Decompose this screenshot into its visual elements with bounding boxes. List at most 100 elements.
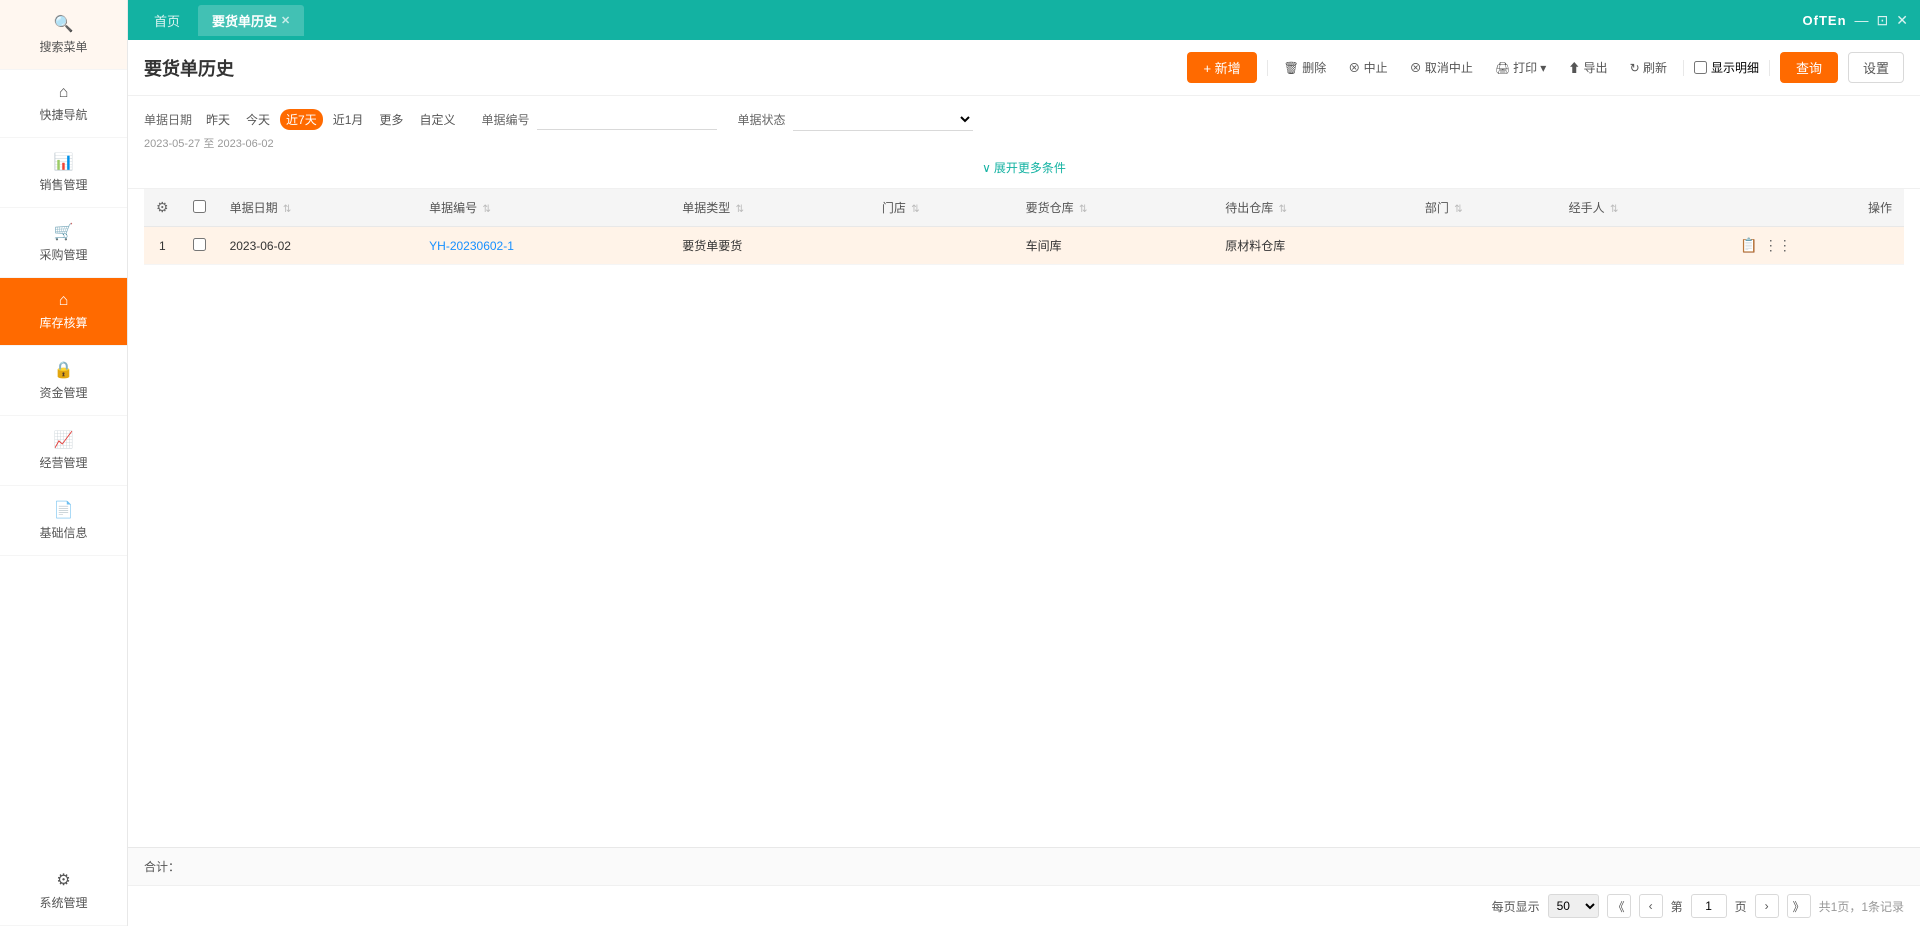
- sort-number-icon[interactable]: ⇅: [483, 204, 491, 215]
- row-req-warehouse: 车间库: [1014, 227, 1214, 265]
- print-button[interactable]: 🖨 打印 ▾: [1489, 55, 1552, 80]
- doc-status-select[interactable]: [793, 108, 973, 131]
- show-detail-checkbox[interactable]: [1694, 61, 1707, 74]
- maximize-icon[interactable]: ⊡: [1877, 12, 1889, 29]
- select-all-checkbox[interactable]: [193, 200, 206, 213]
- summary-row: 合计：: [128, 847, 1920, 885]
- date-btn-more[interactable]: 更多: [373, 109, 409, 130]
- close-window-icon[interactable]: ✕: [1896, 12, 1908, 29]
- current-page-input[interactable]: [1691, 894, 1727, 918]
- sort-type-icon[interactable]: ⇅: [736, 204, 744, 215]
- prev-page-button[interactable]: ‹: [1639, 894, 1663, 918]
- col-action-header: 操作: [1728, 189, 1904, 227]
- sort-department-icon[interactable]: ⇅: [1454, 204, 1462, 215]
- row-number: YH-20230602-1: [417, 227, 670, 265]
- sidebar-item-finance[interactable]: 🔒 资金管理: [0, 346, 127, 416]
- col-settings-header: ⚙: [144, 189, 181, 227]
- col-number-label: 单据编号: [429, 201, 477, 215]
- row-checkbox[interactable]: [193, 238, 206, 251]
- tab-home[interactable]: 首页: [140, 5, 194, 36]
- sidebar-item-operations[interactable]: 📈 经营管理: [0, 416, 127, 486]
- page-size-select[interactable]: 50 10 20 100: [1548, 894, 1599, 918]
- expand-more-btn[interactable]: ∨ 展开更多条件: [144, 159, 1904, 176]
- sort-req-warehouse-icon[interactable]: ⇅: [1079, 204, 1087, 215]
- row-number-link[interactable]: YH-20230602-1: [429, 239, 514, 253]
- toolbar: + 新增 🗑 删除 ⊗ 中止 ⊗ 取消中止 🖨 打印 ▾ ⬆ 导出 ↻ 刷新: [1187, 52, 1904, 83]
- first-page-button[interactable]: 《: [1607, 894, 1631, 918]
- sort-date-icon[interactable]: ⇅: [283, 204, 291, 215]
- total-info: 共1页，1条记录: [1819, 898, 1904, 915]
- export-button[interactable]: ⬆ 导出: [1562, 55, 1613, 80]
- date-btn-yesterday[interactable]: 昨天: [200, 109, 236, 130]
- last-page-button[interactable]: 》: [1787, 894, 1811, 918]
- row-action-more-icon[interactable]: ⋮⋮: [1764, 237, 1792, 254]
- first-page-icon: 《: [1613, 898, 1625, 915]
- col-store-header: 门店 ⇅: [870, 189, 1014, 227]
- cancel-stop-button[interactable]: ⊗ 取消中止: [1404, 55, 1479, 80]
- summary-label: 合计：: [144, 860, 180, 874]
- divider-3: [1769, 60, 1770, 76]
- sidebar-item-search[interactable]: 🔍 搜索菜单: [0, 0, 127, 70]
- date-btn-today[interactable]: 今天: [240, 109, 276, 130]
- row-num: 1: [144, 227, 181, 265]
- col-department-header: 部门 ⇅: [1413, 189, 1557, 227]
- show-detail-toggle[interactable]: 显示明细: [1694, 59, 1759, 76]
- page-header: 要货单历史 + 新增 🗑 删除 ⊗ 中止 ⊗ 取消中止 🖨 打印 ▾ ⬆ 导出 …: [128, 40, 1920, 96]
- doc-number-input[interactable]: [537, 109, 717, 130]
- sidebar-item-label: 搜索菜单: [39, 38, 87, 55]
- page-title: 要货单历史: [144, 55, 1187, 81]
- date-buttons: 昨天 今天 近7天 近1月 更多 自定义: [200, 109, 461, 130]
- col-date-label: 单据日期: [230, 201, 278, 215]
- divider-1: [1267, 60, 1268, 76]
- query-button[interactable]: 查询: [1780, 52, 1838, 83]
- inventory-icon: ⌂: [59, 292, 69, 310]
- row-date: 2023-06-02: [218, 227, 418, 265]
- sidebar-item-purchase[interactable]: 🛒 采购管理: [0, 208, 127, 278]
- next-page-button[interactable]: ›: [1755, 894, 1779, 918]
- page-label-prefix: 第: [1671, 898, 1683, 915]
- delete-button[interactable]: 🗑 删除: [1278, 55, 1333, 80]
- page-size-label: 每页显示: [1492, 898, 1540, 915]
- search-icon: 🔍: [54, 14, 74, 34]
- sort-handler-icon[interactable]: ⇅: [1610, 204, 1618, 215]
- refresh-button[interactable]: ↻ 刷新: [1624, 55, 1673, 80]
- date-filter-group: 单据日期 昨天 今天 近7天 近1月 更多 自定义: [144, 109, 461, 130]
- col-handler-label: 经手人: [1569, 201, 1605, 215]
- doc-number-label: 单据编号: [481, 111, 529, 128]
- stop-button[interactable]: ⊗ 中止: [1342, 55, 1393, 80]
- new-button[interactable]: + 新增: [1187, 52, 1256, 83]
- page-label-suffix: 页: [1735, 898, 1747, 915]
- sidebar-item-sales[interactable]: 📊 销售管理: [0, 138, 127, 208]
- settings-button[interactable]: 设置: [1848, 52, 1904, 83]
- row-handler: [1557, 227, 1729, 265]
- doc-number-filter-group: 单据编号: [481, 109, 717, 130]
- last-page-icon: 》: [1793, 898, 1805, 915]
- close-tab-icon[interactable]: ✕: [281, 14, 290, 27]
- gear-icon: ⚙: [56, 870, 70, 890]
- row-action: 📋 ⋮⋮: [1728, 227, 1904, 265]
- tab-home-label: 首页: [154, 11, 180, 30]
- pagination: 每页显示 50 10 20 100 《 ‹ 第 页 ›: [128, 885, 1920, 926]
- print-label: 打印: [1513, 59, 1537, 76]
- col-store-label: 门店: [882, 201, 906, 215]
- sidebar-item-label: 资金管理: [39, 384, 87, 401]
- sort-pending-warehouse-icon[interactable]: ⇅: [1279, 204, 1287, 215]
- minimize-icon[interactable]: —: [1855, 12, 1869, 28]
- date-btn-last1month[interactable]: 近1月: [327, 109, 370, 130]
- col-checkbox-header: [181, 189, 218, 227]
- row-action-view-icon[interactable]: 📋: [1740, 237, 1757, 254]
- col-number-header: 单据编号 ⇅: [417, 189, 670, 227]
- tab-requisition-history[interactable]: 要货单历史 ✕: [198, 5, 304, 36]
- date-btn-custom[interactable]: 自定义: [413, 109, 461, 130]
- col-pending-warehouse-label: 待出仓库: [1225, 201, 1273, 215]
- sidebar-item-inventory[interactable]: ⌂ 库存核算: [0, 278, 127, 346]
- sidebar-item-basic[interactable]: 📄 基础信息: [0, 486, 127, 556]
- sort-store-icon[interactable]: ⇅: [911, 204, 919, 215]
- table-settings-icon[interactable]: ⚙: [156, 199, 169, 215]
- data-table: ⚙ 单据日期 ⇅ 单据编号 ⇅: [144, 189, 1904, 265]
- col-handler-header: 经手人 ⇅: [1557, 189, 1729, 227]
- sidebar-item-shortcut[interactable]: ⌂ 快捷导航: [0, 70, 127, 138]
- sidebar-item-label: 基础信息: [39, 524, 87, 541]
- date-btn-last7days[interactable]: 近7天: [280, 109, 323, 130]
- sidebar-item-system[interactable]: ⚙ 系统管理: [0, 856, 127, 926]
